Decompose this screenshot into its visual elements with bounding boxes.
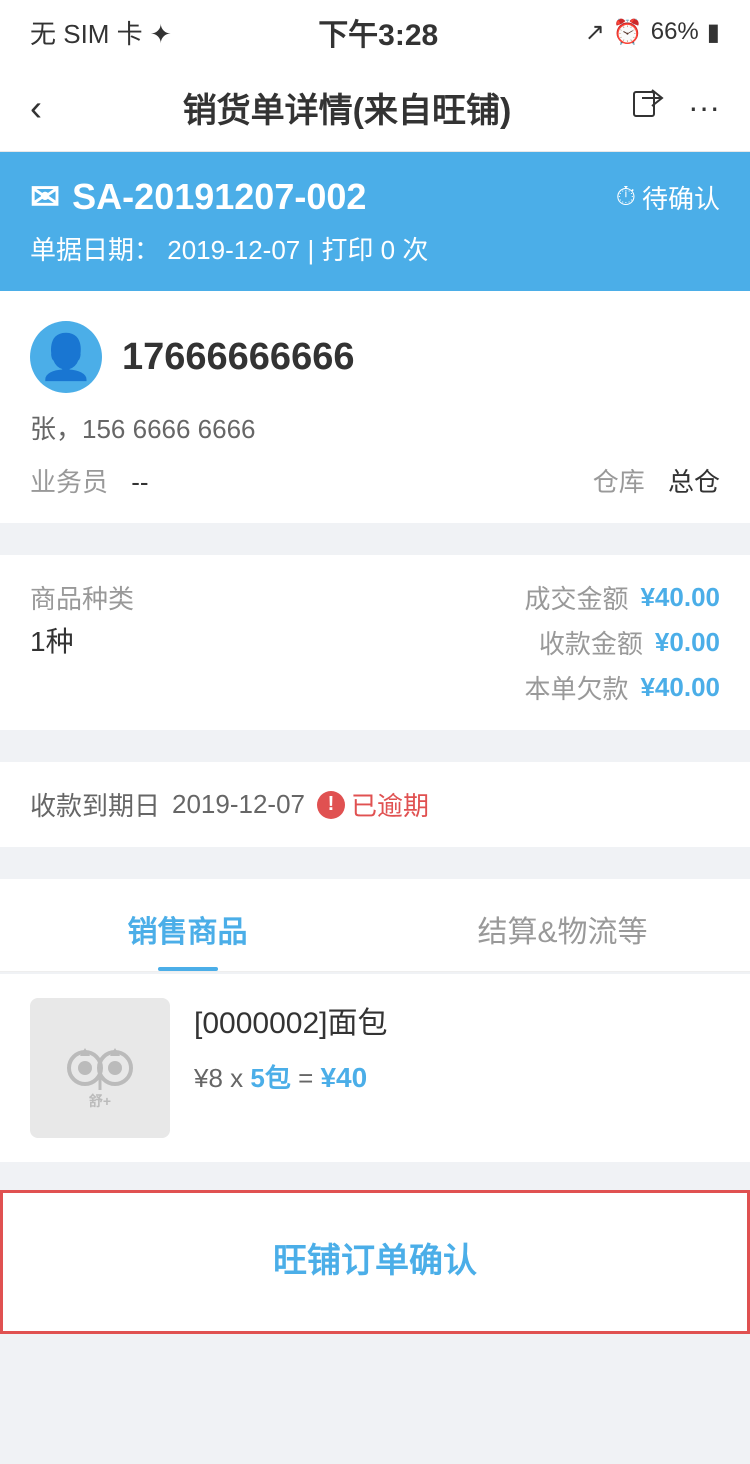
confirm-order-button[interactable]: 旺铺订单确认 bbox=[33, 1213, 717, 1301]
price-text: ¥8 x bbox=[194, 1063, 250, 1093]
quantity: 5包 bbox=[250, 1063, 290, 1093]
due-value: ¥40.00 bbox=[640, 672, 720, 703]
divider-3 bbox=[0, 863, 750, 879]
nav-actions: ··· bbox=[632, 88, 720, 128]
order-id-text: SA-20191207-002 bbox=[72, 176, 366, 218]
tabs-row: 销售商品 结算&物流等 bbox=[0, 879, 750, 972]
overdue-icon: ! bbox=[317, 791, 345, 819]
salesman-value: -- bbox=[131, 467, 148, 497]
order-id: ✉ SA-20191207-002 bbox=[30, 176, 366, 218]
summary-row: 商品种类 1种 成交金额 ¥40.00 收款金额 ¥0.00 本单欠款 ¥40.… bbox=[30, 579, 720, 706]
status-right: ↗ ⏰ 66% ▮ bbox=[585, 18, 720, 47]
due-date-section: 收款到期日 2019-12-07 ! 已逾期 bbox=[0, 762, 750, 847]
customer-row: 👤 17666666666 bbox=[30, 321, 720, 393]
battery-level: 66% bbox=[651, 18, 699, 46]
product-logo-container: 舒+ bbox=[30, 998, 170, 1138]
overdue-badge: ! 已逾期 bbox=[317, 786, 429, 823]
product-type: 商品种类 1种 bbox=[30, 579, 134, 660]
customer-section: 👤 17666666666 张，156 6666 6666 业务员 -- 仓库 … bbox=[0, 291, 750, 523]
warehouse-label: 仓库 bbox=[593, 467, 645, 497]
battery-icon: ▮ bbox=[707, 18, 720, 47]
product-type-value: 1种 bbox=[30, 620, 134, 660]
print-info: | 打印 0 次 bbox=[307, 235, 428, 265]
tab-settlement[interactable]: 结算&物流等 bbox=[375, 879, 750, 971]
order-header: ✉ SA-20191207-002 ⏱ 待确认 单据日期： 2019-12-07… bbox=[0, 152, 750, 291]
tab-products-label: 销售商品 bbox=[128, 916, 248, 949]
tab-settlement-label: 结算&物流等 bbox=[477, 916, 647, 949]
product-section: 舒+ [0000002]面包 ¥8 x 5包 = ¥40 bbox=[0, 974, 750, 1162]
due-date-value: 2019-12-07 bbox=[172, 789, 305, 820]
divider-1 bbox=[0, 539, 750, 555]
product-info: [0000002]面包 ¥8 x 5包 = ¥40 bbox=[194, 998, 720, 1095]
warehouse-value: 总仓 bbox=[668, 467, 720, 497]
alarm-icon: ⏰ bbox=[613, 18, 643, 47]
tab-products[interactable]: 销售商品 bbox=[0, 879, 375, 971]
summary-section: 商品种类 1种 成交金额 ¥40.00 收款金额 ¥0.00 本单欠款 ¥40.… bbox=[0, 555, 750, 730]
overdue-text: 已逾期 bbox=[351, 786, 429, 823]
bottom-bar: 旺铺订单确认 bbox=[0, 1190, 750, 1334]
date-label: 单据日期： bbox=[30, 235, 160, 265]
back-button[interactable]: ‹ bbox=[30, 87, 62, 129]
svg-text:舒+: 舒+ bbox=[89, 1093, 111, 1109]
received-row: 收款金额 ¥0.00 bbox=[539, 624, 720, 661]
amount-value: ¥40.00 bbox=[640, 582, 720, 613]
status-text: 待确认 bbox=[642, 179, 720, 216]
equals: = bbox=[291, 1063, 321, 1093]
order-status: ⏱ 待确认 bbox=[616, 179, 720, 216]
customer-phone: 17666666666 bbox=[122, 336, 354, 379]
customer-name: 张，156 6666 6666 bbox=[30, 409, 720, 446]
product-logo-svg: 舒+ bbox=[50, 1018, 150, 1118]
due-date-label: 收款到期日 bbox=[30, 786, 160, 823]
status-clock-icon: ⏱ bbox=[616, 181, 636, 213]
customer-details: 业务员 -- 仓库 总仓 bbox=[30, 462, 720, 499]
order-meta: 单据日期： 2019-12-07 | 打印 0 次 bbox=[30, 230, 720, 267]
avatar-icon: 👤 bbox=[39, 331, 94, 383]
amount-label: 成交金额 bbox=[524, 579, 628, 616]
product-image: 舒+ bbox=[30, 998, 170, 1138]
nav-bar: ‹ 销货单详情(来自旺铺) ··· bbox=[0, 64, 750, 152]
share-icon[interactable] bbox=[632, 88, 664, 128]
status-bar: 无 SIM 卡 ✦ 下午3:28 ↗ ⏰ 66% ▮ bbox=[0, 0, 750, 64]
status-time: 下午3:28 bbox=[318, 10, 438, 54]
received-value: ¥0.00 bbox=[655, 627, 720, 658]
more-icon[interactable]: ··· bbox=[688, 89, 720, 126]
order-icon: ✉ bbox=[30, 176, 60, 218]
received-label: 收款金额 bbox=[539, 624, 643, 661]
product-name: [0000002]面包 bbox=[194, 998, 720, 1042]
status-left: 无 SIM 卡 ✦ bbox=[30, 14, 172, 51]
salesman-row: 业务员 -- bbox=[30, 462, 149, 499]
product-price: ¥8 x 5包 = ¥40 bbox=[194, 1058, 720, 1095]
tabs-section: 销售商品 结算&物流等 bbox=[0, 879, 750, 972]
warehouse-row: 仓库 总仓 bbox=[593, 462, 720, 499]
due-label: 本单欠款 bbox=[524, 669, 628, 706]
salesman-label: 业务员 bbox=[30, 467, 108, 497]
amount-row: 成交金额 ¥40.00 bbox=[524, 579, 720, 616]
avatar: 👤 bbox=[30, 321, 102, 393]
order-id-row: ✉ SA-20191207-002 ⏱ 待确认 bbox=[30, 176, 720, 218]
product-total: ¥40 bbox=[320, 1062, 367, 1093]
divider-2 bbox=[0, 746, 750, 762]
location-icon: ↗ bbox=[585, 18, 605, 47]
page-title: 销货单详情(来自旺铺) bbox=[62, 83, 632, 132]
product-type-label: 商品种类 bbox=[30, 579, 134, 616]
amounts: 成交金额 ¥40.00 收款金额 ¥0.00 本单欠款 ¥40.00 bbox=[524, 579, 720, 706]
due-row: 本单欠款 ¥40.00 bbox=[524, 669, 720, 706]
sim-label: 无 SIM 卡 ✦ bbox=[30, 14, 172, 51]
order-date: 2019-12-07 bbox=[167, 235, 300, 265]
